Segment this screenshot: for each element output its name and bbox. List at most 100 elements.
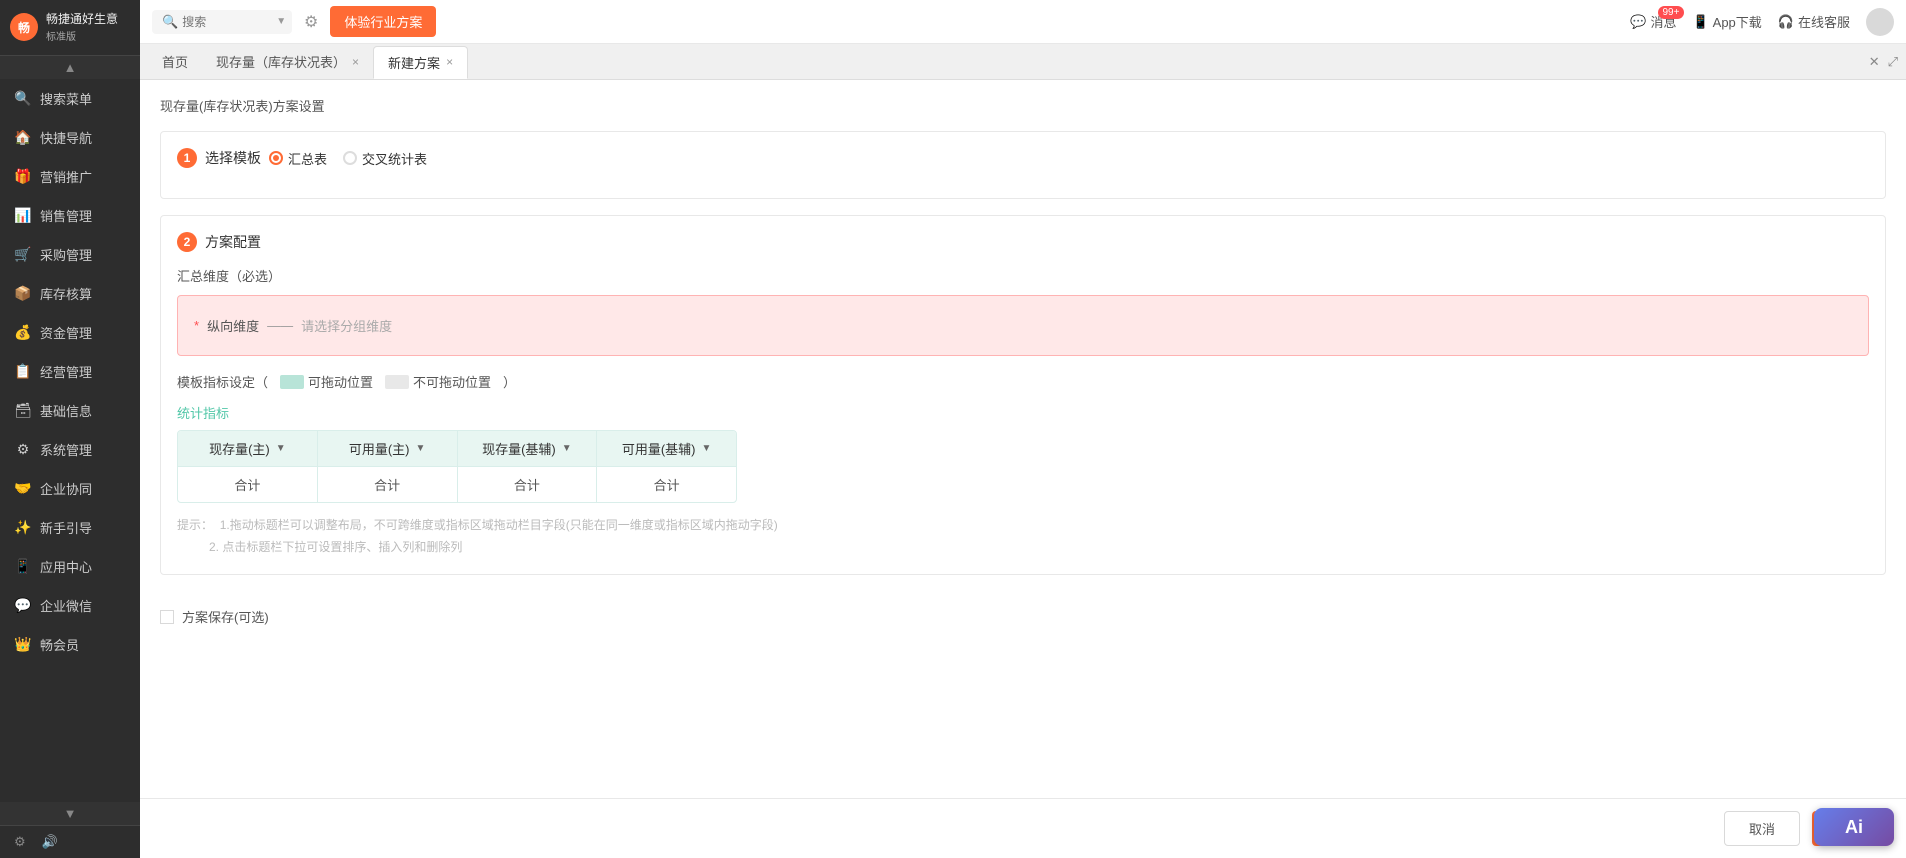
avatar bbox=[1866, 8, 1894, 36]
sidebar-item-new-guide[interactable]: ✨ 新手引导 bbox=[0, 508, 140, 547]
bottom-actions: 取消 查询 bbox=[140, 798, 1906, 858]
indicator-suffix: ） bbox=[503, 372, 516, 391]
online-service-button[interactable]: 🎧 在线客服 bbox=[1778, 12, 1850, 31]
section2-header: 2 方案配置 bbox=[177, 232, 1869, 252]
tips-section: 提示： 1.拖动标题栏可以调整布局，不可跨维度或指标区域拖动栏目字段(只能在同一… bbox=[177, 515, 1869, 558]
stats-header-cell-3[interactable]: 可用量(基辅) ▼ bbox=[597, 431, 736, 466]
sidebar-item-enterprise-wechat[interactable]: 💬 企业微信 bbox=[0, 586, 140, 625]
sidebar-scroll-down[interactable]: ▼ bbox=[0, 802, 140, 825]
sidebar-item-basic-info[interactable]: 🗃 基础信息 bbox=[0, 391, 140, 430]
gear-icon[interactable]: ⚙ bbox=[300, 8, 322, 36]
section1-title: 选择模板 bbox=[205, 148, 261, 168]
search-box[interactable]: 🔍 ▼ bbox=[152, 10, 292, 34]
tab-new-plan[interactable]: 新建方案 × bbox=[373, 46, 468, 79]
tab-close-new-icon[interactable]: × bbox=[446, 55, 453, 69]
stats-header-row: 现存量(主) ▼ 可用量(主) ▼ 现存量(基辅) ▼ 可用量(基辅) ▼ bbox=[178, 431, 736, 466]
trial-button[interactable]: 体验行业方案 bbox=[330, 6, 436, 37]
non-draggable-label: 不可拖动位置 bbox=[413, 372, 491, 391]
non-draggable-indicator: 不可拖动位置 bbox=[385, 372, 491, 391]
sidebar-item-cooperation[interactable]: 🤝 企业协同 bbox=[0, 469, 140, 508]
sidebar-logo: 畅 畅捷通好生意 标准版 bbox=[0, 0, 140, 56]
sidebar-item-finance[interactable]: 💰 资金管理 bbox=[0, 313, 140, 352]
draggable-indicator: 可拖动位置 bbox=[280, 372, 373, 391]
dropdown-icon-1: ▼ bbox=[416, 443, 426, 454]
sidebar-item-label: 系统管理 bbox=[40, 440, 92, 459]
dimension-label: 纵向维度 bbox=[207, 316, 259, 335]
stats-label: 统计指标 bbox=[177, 403, 1869, 422]
user-avatar[interactable] bbox=[1866, 8, 1894, 36]
maximize-icon[interactable]: ⤢ bbox=[1888, 54, 1898, 70]
content-area: 现存量(库存状况表)方案设置 1 选择模板 汇总表 交叉统计表 bbox=[140, 80, 1906, 798]
stats-data-row-0: 合计 合计 合计 合计 bbox=[178, 466, 736, 502]
tips-title: 提示： 1.拖动标题栏可以调整布局，不可跨维度或指标区域拖动栏目字段(只能在同一… bbox=[177, 515, 1869, 537]
tab-home-label: 首页 bbox=[162, 52, 188, 71]
tab-home[interactable]: 首页 bbox=[148, 46, 202, 77]
sales-icon: 📊 bbox=[14, 206, 32, 224]
finance-icon: 💰 bbox=[14, 323, 32, 341]
template-indicator: 模板指标设定（ 可拖动位置 不可拖动位置 ） bbox=[177, 372, 1869, 391]
app-center-icon: 📱 bbox=[14, 557, 32, 575]
section2-num: 2 bbox=[177, 232, 197, 252]
app-download-button[interactable]: 📱 App下载 bbox=[1692, 12, 1761, 31]
ai-badge[interactable]: Ai bbox=[1814, 808, 1894, 846]
footer-save: 方案保存(可选) bbox=[160, 591, 1886, 634]
stats-header-text-3: 可用量(基辅) bbox=[622, 439, 696, 458]
indicator-label: 模板指标设定（ bbox=[177, 372, 268, 391]
section1-header: 1 选择模板 汇总表 交叉统计表 bbox=[177, 148, 1869, 168]
main-area: 🔍 ▼ ⚙ 体验行业方案 💬 消息 99+ 📱 App下载 🎧 在线客服 bbox=[140, 0, 1906, 858]
required-mark: * bbox=[194, 318, 199, 333]
tab-actions: ✕ ⤢ bbox=[1869, 54, 1898, 70]
section-template: 1 选择模板 汇总表 交叉统计表 bbox=[160, 131, 1886, 199]
cancel-button[interactable]: 取消 bbox=[1724, 811, 1800, 846]
stats-table: 现存量(主) ▼ 可用量(主) ▼ 现存量(基辅) ▼ 可用量(基辅) ▼ bbox=[177, 430, 737, 503]
non-draggable-box bbox=[385, 375, 409, 389]
stats-header-cell-1[interactable]: 可用量(主) ▼ bbox=[318, 431, 458, 466]
purchase-icon: 🛒 bbox=[14, 245, 32, 263]
settings-icon[interactable]: ⚙ bbox=[14, 834, 26, 850]
sidebar-item-app-center[interactable]: 📱 应用中心 bbox=[0, 547, 140, 586]
radio-cross[interactable]: 交叉统计表 bbox=[343, 149, 427, 168]
stats-header-cell-0[interactable]: 现存量(主) ▼ bbox=[178, 431, 318, 466]
dimension-placeholder[interactable]: 请选择分组维度 bbox=[301, 316, 392, 335]
sidebar-item-member[interactable]: 👑 畅会员 bbox=[0, 625, 140, 664]
phone-icon: 📱 bbox=[1692, 14, 1708, 30]
sidebar-item-sales[interactable]: 📊 销售管理 bbox=[0, 196, 140, 235]
radio-summary[interactable]: 汇总表 bbox=[269, 149, 327, 168]
sidebar-item-purchase[interactable]: 🛒 采购管理 bbox=[0, 235, 140, 274]
sidebar-item-label: 经营管理 bbox=[40, 362, 92, 381]
logo-icon: 畅 bbox=[10, 13, 38, 41]
messages-button[interactable]: 💬 消息 99+ bbox=[1630, 12, 1676, 31]
tip-item-0: 1.拖动标题栏可以调整布局，不可跨维度或指标区域拖动栏目字段(只能在同一维度或指… bbox=[220, 518, 778, 532]
save-checkbox[interactable] bbox=[160, 610, 174, 624]
sidebar-item-system[interactable]: ⚙ 系统管理 bbox=[0, 430, 140, 469]
dropdown-icon-0: ▼ bbox=[276, 443, 286, 454]
radio-cross-btn bbox=[343, 151, 357, 165]
dimension-dash: —— bbox=[267, 318, 293, 333]
stats-header-cell-2[interactable]: 现存量(基辅) ▼ bbox=[458, 431, 598, 466]
dropdown-icon-2: ▼ bbox=[562, 443, 572, 454]
sidebar-item-marketing[interactable]: 🎁 营销推广 bbox=[0, 157, 140, 196]
sidebar-item-quick-nav[interactable]: 🏠 快捷导航 bbox=[0, 118, 140, 157]
sidebar-bottom: ⚙ 🔊 bbox=[0, 825, 140, 858]
headset-icon: 🎧 bbox=[1778, 14, 1794, 30]
marketing-icon: 🎁 bbox=[14, 167, 32, 185]
radio-summary-label: 汇总表 bbox=[288, 149, 327, 168]
close-window-icon[interactable]: ✕ bbox=[1869, 54, 1880, 70]
stats-cell-0-0: 合计 bbox=[178, 466, 318, 502]
tab-inventory-status[interactable]: 现存量（库存状况表） × bbox=[202, 46, 373, 77]
template-radio-group: 汇总表 交叉统计表 bbox=[269, 149, 427, 168]
stats-header-text-1: 可用量(主) bbox=[349, 439, 410, 458]
draggable-box bbox=[280, 375, 304, 389]
sidebar-item-operations[interactable]: 📋 经营管理 bbox=[0, 352, 140, 391]
chevron-down-icon: ▼ bbox=[276, 16, 286, 27]
sidebar-item-label: 资金管理 bbox=[40, 323, 92, 342]
summary-dimension-label: 汇总维度（必选） bbox=[177, 266, 1869, 285]
sidebar-item-search-menu[interactable]: 🔍 搜索菜单 bbox=[0, 79, 140, 118]
logo-text: 畅捷通好生意 标准版 bbox=[46, 12, 118, 43]
tab-close-icon[interactable]: × bbox=[352, 55, 359, 69]
speaker-icon[interactable]: 🔊 bbox=[42, 834, 58, 850]
sidebar-scroll-up[interactable]: ▲ bbox=[0, 56, 140, 79]
search-input[interactable] bbox=[182, 15, 272, 29]
system-icon: ⚙ bbox=[14, 440, 32, 458]
sidebar-item-inventory[interactable]: 📦 库存核算 bbox=[0, 274, 140, 313]
